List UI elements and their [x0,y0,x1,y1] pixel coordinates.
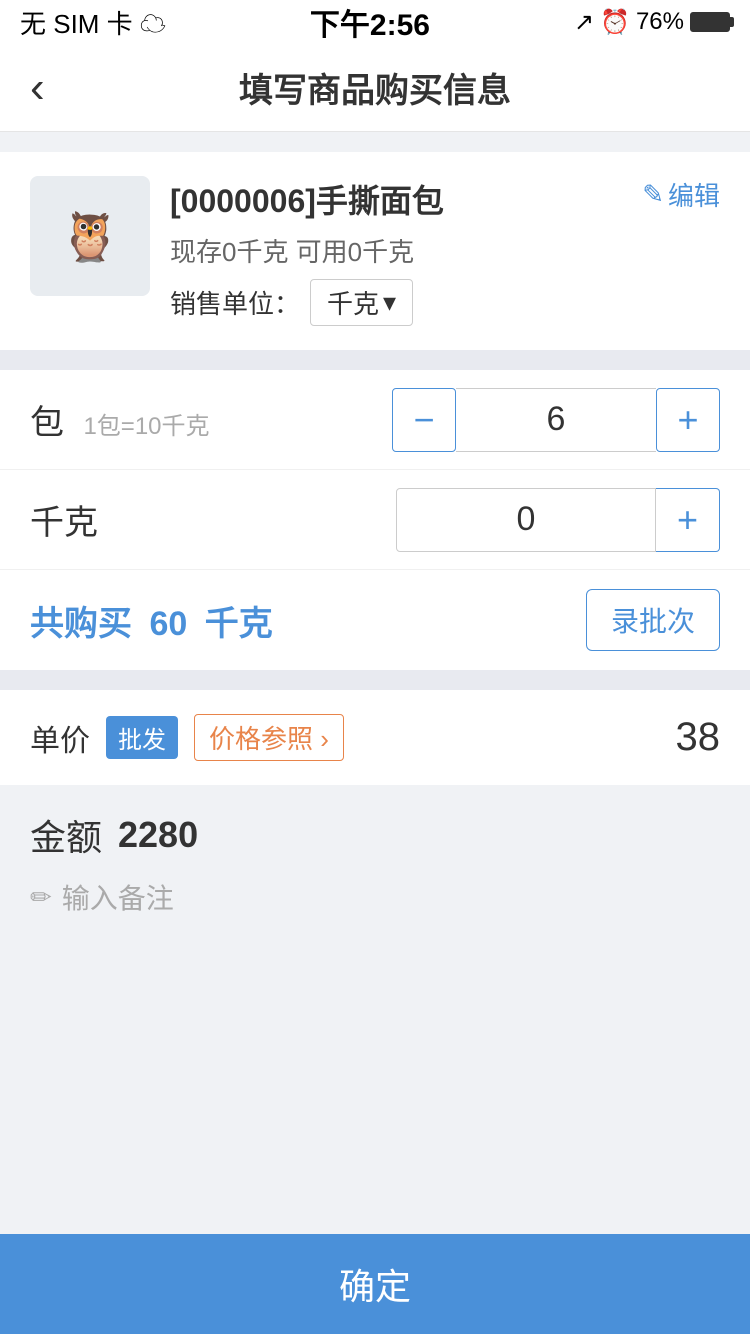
unit-select[interactable]: 千克 ▾ [310,279,413,326]
unit-value: 千克 [327,284,379,321]
bao-hint: 1包=10千克 [83,413,209,440]
kg-qty-input[interactable] [396,488,656,552]
location-icon: ↗ [574,8,594,37]
section-divider-2 [0,670,750,690]
status-left: 无 SIM 卡 ☁ [20,4,166,41]
product-unit: 销售单位： 千克 ▾ [170,279,720,326]
pencil-icon: ✏ [30,882,52,913]
bao-minus-button[interactable]: − [392,388,456,452]
section-divider-1 [0,350,750,370]
page-title: 填写商品购买信息 [239,63,511,112]
amount-label: 金额 [30,809,102,861]
status-right: ↗ ⏰ 76% [574,8,730,37]
kg-plus-button[interactable]: + [656,488,720,552]
price-ref-button[interactable]: 价格参照 › [194,714,344,761]
total-prefix: 共购买 [30,605,132,643]
edit-button[interactable]: ✎ 编辑 [642,176,720,213]
total-text: 共购买 60 千克 [30,596,273,645]
kg-label: 千克 [30,495,396,544]
remark-placeholder: 输入备注 [62,877,174,917]
battery-level: 76% [636,8,684,36]
product-stock: 现存0千克 可用0千克 [170,232,720,269]
status-time: 下午2:56 [310,0,430,44]
bao-qty-input[interactable] [456,388,656,452]
edit-icon: ✎ [642,179,664,210]
input-section: 包 1包=10千克 − + 千克 + [0,370,750,570]
price-section: 单价 批发 价格参照 › 38 [0,690,750,785]
product-image: 🦉 [30,176,150,296]
amount-section: 金额 2280 ✏ 输入备注 [0,785,750,933]
total-amount: 60 [149,605,187,643]
price-value: 38 [676,715,721,760]
confirm-button[interactable]: 确定 [0,1234,750,1334]
bao-text: 包 [30,404,64,442]
alarm-icon: ⏰ [600,8,630,37]
back-icon: ‹ [30,63,45,112]
amount-row: 金额 2280 [30,809,720,861]
price-ref-label: 价格参照 › [209,719,329,756]
bao-label: 包 1包=10千克 [30,395,392,444]
record-batch-button[interactable]: 录批次 [586,589,720,651]
bao-plus-button[interactable]: + [656,388,720,452]
kg-row: 千克 + [0,470,750,570]
product-card: 🦉 [0000006]手撕面包 现存0千克 可用0千克 销售单位： 千克 ▾ ✎… [0,152,750,350]
status-bar: 无 SIM 卡 ☁ 下午2:56 ↗ ⏰ 76% [0,0,750,44]
battery-icon [690,12,730,32]
bao-qty-control: − + [392,388,720,452]
back-button[interactable]: ‹ [30,63,45,113]
price-row: 单价 批发 价格参照 › 38 [30,714,720,761]
product-name: [0000006]手撕面包 [170,176,720,222]
unit-label: 销售单位： [170,284,300,321]
kg-qty-control: + [396,488,720,552]
amount-value: 2280 [118,814,198,856]
nav-bar: ‹ 填写商品购买信息 [0,44,750,132]
price-label: 单价 [30,716,90,760]
edit-label: 编辑 [668,176,720,213]
price-tag: 批发 [106,716,178,759]
product-thumbnail: 🦉 [60,208,120,265]
bao-row: 包 1包=10千克 − + [0,370,750,470]
remark-row[interactable]: ✏ 输入备注 [30,877,720,917]
total-row: 共购买 60 千克 录批次 [0,570,750,670]
product-info: [0000006]手撕面包 现存0千克 可用0千克 销售单位： 千克 ▾ [170,176,720,326]
total-unit: 千克 [205,605,273,643]
sim-status: 无 SIM 卡 ☁ [20,4,166,41]
dropdown-icon: ▾ [383,287,396,318]
